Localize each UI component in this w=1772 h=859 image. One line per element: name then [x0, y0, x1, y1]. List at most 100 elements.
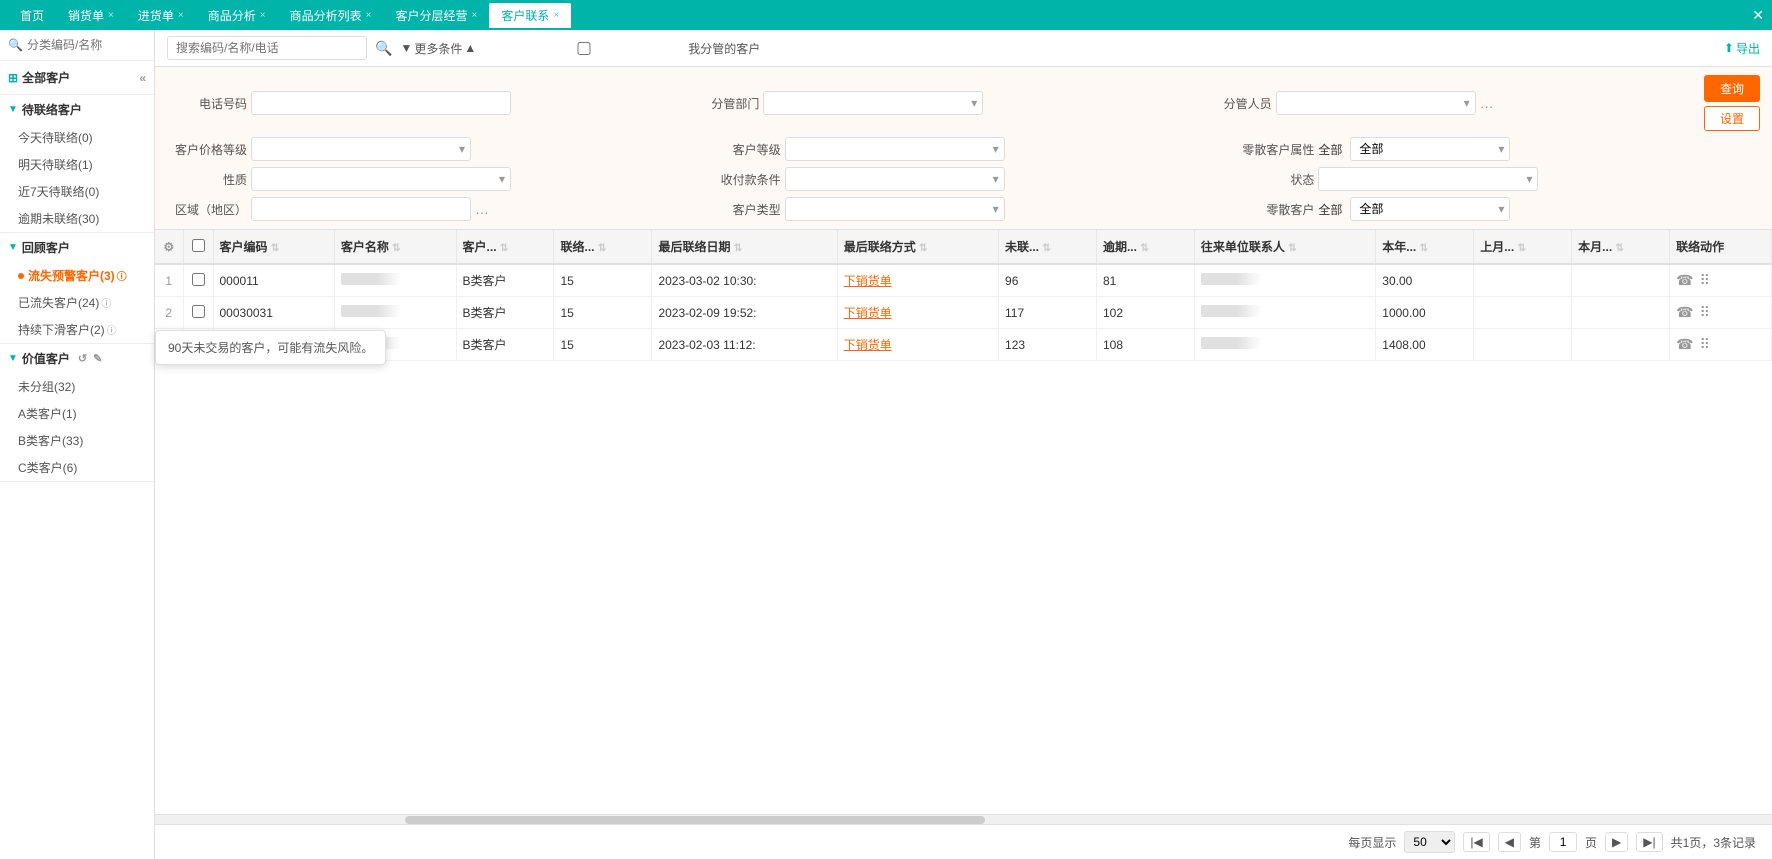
page-size-select[interactable]: 50 100 200 — [1404, 831, 1455, 853]
sort-unit-icon[interactable]: ⇅ — [1288, 243, 1296, 254]
close-goods-list-icon[interactable]: × — [366, 10, 372, 21]
settings-button[interactable]: 设置 — [1704, 106, 1760, 131]
input-phone[interactable] — [251, 91, 511, 115]
tab-home[interactable]: 首页 — [8, 3, 56, 28]
label-person: 分管人员 — [1192, 95, 1272, 112]
sidebar-item-declining[interactable]: 持续下滑客户(2) ⓘ — [0, 316, 154, 343]
my-customers-checkbox[interactable] — [484, 42, 684, 55]
next-page-button[interactable]: ▶ — [1605, 832, 1628, 852]
action-more-icon[interactable]: ⠿ — [1700, 304, 1710, 321]
action-contact-icon[interactable]: ☎ — [1676, 272, 1693, 289]
select-person[interactable] — [1276, 91, 1476, 115]
all-customers-header[interactable]: ⊞ 全部客户 « — [0, 61, 154, 95]
sidebar-item-today-pending[interactable]: 今天待联络(0) — [0, 124, 154, 151]
action-contact-icon[interactable]: ☎ — [1676, 336, 1693, 353]
select-price-level[interactable] — [251, 137, 471, 161]
sidebar-item-churned[interactable]: 已流失客户(24) ⓘ — [0, 289, 154, 316]
sort-type-icon[interactable]: ⇅ — [500, 243, 508, 254]
tab-customer-layer[interactable]: 客户分层经营 × — [383, 3, 489, 28]
ellipsis-person[interactable]: … — [1480, 95, 1494, 111]
horizontal-scrollbar[interactable] — [155, 814, 1772, 824]
last-method-link[interactable]: 下销货单 — [844, 306, 892, 320]
sort-overdue-icon[interactable]: ⇅ — [1140, 243, 1148, 254]
sort-date-icon[interactable]: ⇅ — [734, 243, 742, 254]
close-customer-contact-icon[interactable]: × — [553, 10, 559, 21]
select-dept[interactable] — [763, 91, 983, 115]
tab-goods-analysis[interactable]: 商品分析 × — [196, 3, 278, 28]
query-button[interactable]: 查询 — [1704, 75, 1760, 102]
scroll-thumb[interactable] — [405, 816, 985, 824]
sidebar-item-class-b[interactable]: B类客户(33) — [0, 427, 154, 454]
label-customer-type: 客户类型 — [701, 201, 781, 218]
select-customer-level[interactable] — [785, 137, 1005, 161]
sidebar-item-tomorrow-pending[interactable]: 明天待联络(1) — [0, 151, 154, 178]
content-area: 🔍 ▼ 更多条件 ▲ 我分管的客户 ⬆ 导出 电话号码 — [155, 30, 1772, 859]
sort-code-icon[interactable]: ⇅ — [271, 243, 279, 254]
sidebar-item-overdue-pending[interactable]: 逾期未联络(30) — [0, 205, 154, 232]
sort-contact-icon[interactable]: ⇅ — [598, 243, 606, 254]
sidebar-group-pending: ▼ 待联络客户 今天待联络(0) 明天待联络(1) 近7天待联络(0) 逾期未联… — [0, 95, 154, 233]
select-all-checkbox[interactable] — [192, 239, 205, 252]
last-method-link[interactable]: 下销货单 — [844, 274, 892, 288]
sidebar-item-churn-warning[interactable]: 流失预警客户(3) ⓘ — [0, 262, 154, 289]
row-code: 000011 — [213, 264, 334, 297]
tab-sales[interactable]: 销货单 × — [56, 3, 126, 28]
th-settings[interactable]: ⚙ — [155, 230, 183, 264]
sidebar-group-churn-title[interactable]: ▼ 回顾客户 — [0, 233, 154, 262]
select-status[interactable] — [1318, 167, 1538, 191]
close-purchase-icon[interactable]: × — [178, 10, 184, 21]
row-checkbox[interactable] — [192, 305, 205, 318]
prev-page-button[interactable]: ◀ — [1498, 832, 1521, 852]
th-overdue: 逾期... ⇅ — [1096, 230, 1194, 264]
more-filters-button[interactable]: ▼ 更多条件 ▲ — [400, 40, 476, 57]
sort-year-icon[interactable]: ⇅ — [1420, 243, 1428, 254]
sidebar-item-ungrouped[interactable]: 未分组(32) — [0, 373, 154, 400]
sidebar-item-class-a[interactable]: A类客户(1) — [0, 400, 154, 427]
close-goods-analysis-icon[interactable]: × — [260, 10, 266, 21]
close-customer-layer-icon[interactable]: × — [471, 10, 477, 21]
edit-icon[interactable]: ✎ — [93, 352, 102, 365]
sort-lmonth-icon[interactable]: ⇅ — [1518, 243, 1526, 254]
row-checkbox[interactable] — [192, 273, 205, 286]
last-method-link[interactable]: 下销货单 — [844, 338, 892, 352]
refresh-icon[interactable]: ↺ — [78, 352, 87, 365]
sort-tmonth-icon[interactable]: ⇅ — [1616, 243, 1624, 254]
page-number-input[interactable] — [1549, 832, 1577, 852]
sort-uncontacted-icon[interactable]: ⇅ — [1042, 243, 1050, 254]
select-scatter[interactable]: 全部 — [1350, 197, 1510, 221]
export-icon: ⬆ — [1724, 41, 1734, 55]
last-page-button[interactable]: ▶| — [1636, 832, 1662, 852]
sort-name-icon[interactable]: ⇅ — [392, 243, 400, 254]
th-this-month: 本月... ⇅ — [1572, 230, 1670, 264]
tab-customer-contact[interactable]: 客户联系 × — [489, 3, 571, 28]
sort-method-icon[interactable]: ⇅ — [919, 243, 927, 254]
select-nature[interactable] — [251, 167, 511, 191]
data-table: ⚙ 客户编码 ⇅ 客户名称 ⇅ 客户... ⇅ 联络... ⇅ 最后联络日期 ⇅… — [155, 230, 1772, 361]
select-payment[interactable] — [785, 167, 1005, 191]
sidebar-item-7days-pending[interactable]: 近7天待联络(0) — [0, 178, 154, 205]
export-button[interactable]: ⬆ 导出 — [1724, 40, 1760, 57]
sidebar-group-value-title[interactable]: ▼ 价值客户 ↺ ✎ — [0, 344, 154, 373]
window-close-button[interactable]: ✕ — [1752, 7, 1764, 24]
select-scatter-attr[interactable]: 全部 — [1350, 137, 1510, 161]
label-payment: 收付款条件 — [701, 171, 781, 188]
group-label: 待联络客户 — [22, 101, 82, 118]
tab-purchase[interactable]: 进货单 × — [126, 3, 196, 28]
sidebar-group-pending-title[interactable]: ▼ 待联络客户 — [0, 95, 154, 124]
select-customer-type[interactable] — [785, 197, 1005, 221]
first-page-button[interactable]: |◀ — [1463, 832, 1489, 852]
action-more-icon[interactable]: ⠿ — [1700, 336, 1710, 353]
row-action: ☎ ⠿ — [1670, 329, 1772, 361]
my-customers-checkbox-wrap[interactable]: 我分管的客户 — [484, 40, 760, 57]
input-region[interactable] — [251, 197, 471, 221]
search-input[interactable] — [167, 36, 367, 60]
action-more-icon[interactable]: ⠿ — [1700, 272, 1710, 289]
close-sales-icon[interactable]: × — [108, 10, 114, 21]
sidebar-search-input[interactable] — [27, 38, 155, 52]
search-button[interactable]: 🔍 — [375, 40, 392, 57]
row-checkbox-cell — [183, 264, 213, 297]
tab-goods-list[interactable]: 商品分析列表 × — [278, 3, 384, 28]
ellipsis-region[interactable]: … — [475, 201, 489, 217]
sidebar-item-class-c[interactable]: C类客户(6) — [0, 454, 154, 481]
action-contact-icon[interactable]: ☎ — [1676, 304, 1693, 321]
